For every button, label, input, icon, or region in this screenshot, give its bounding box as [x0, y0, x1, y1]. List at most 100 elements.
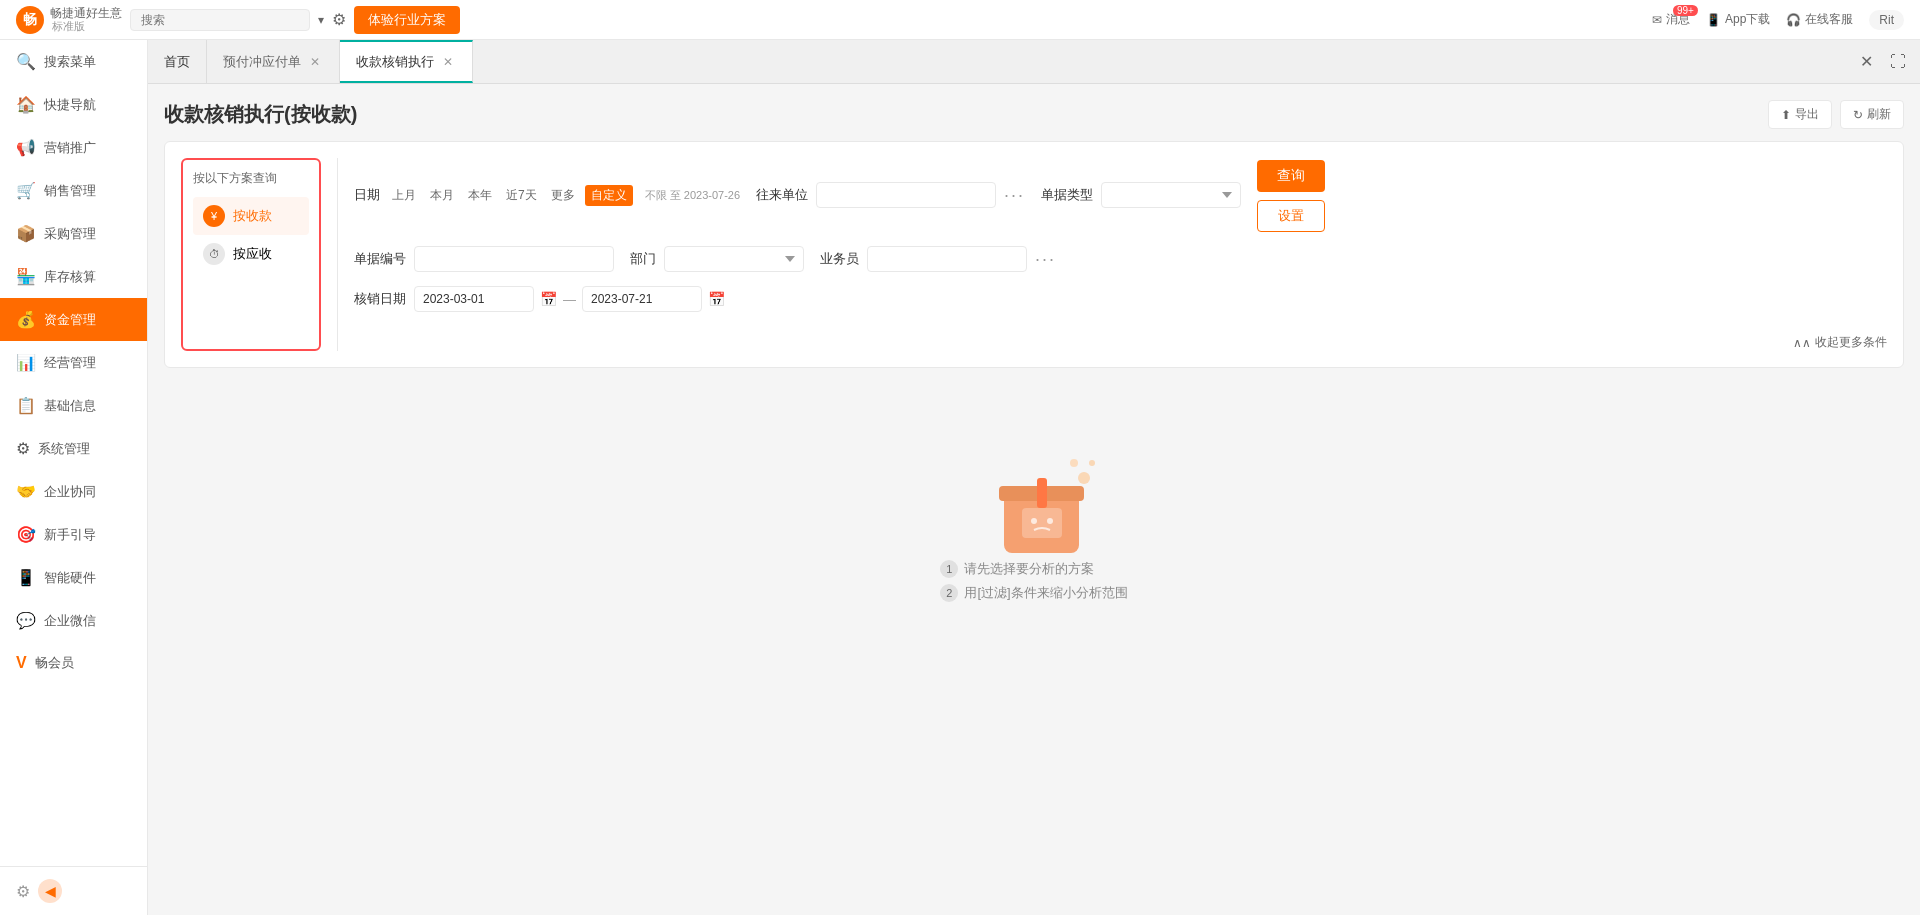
- industry-button[interactable]: 体验行业方案: [354, 6, 460, 34]
- sidebar-item-operations[interactable]: 📊 经营管理: [0, 341, 147, 384]
- filter-option-by-receivable[interactable]: ⏱ 按应收: [193, 235, 309, 273]
- message-badge: 99+: [1673, 5, 1698, 16]
- sidebar-item-hardware[interactable]: 📱 智能硬件: [0, 556, 147, 599]
- gear-icon[interactable]: ⚙: [332, 10, 346, 29]
- tab-bar: 首页 预付冲应付单 ✕ 收款核销执行 ✕ ✕ ⛶: [148, 40, 1920, 84]
- doc-no-input[interactable]: [414, 246, 614, 272]
- tab-expand-button[interactable]: ⛶: [1884, 48, 1912, 76]
- filter-row-1: 日期 上月 本月 本年 近7天 更多 自定义 不限 至 2023-07-26: [354, 158, 1887, 232]
- user-profile[interactable]: Rit: [1869, 10, 1904, 30]
- svg-rect-6: [1022, 508, 1062, 538]
- sidebar-item-guide[interactable]: 🎯 新手引导: [0, 513, 147, 556]
- operations-icon: 📊: [16, 353, 36, 372]
- sidebar-item-sales[interactable]: 🛒 销售管理: [0, 169, 147, 212]
- sidebar-label-operations: 经营管理: [44, 354, 96, 372]
- tab-prepay[interactable]: 预付冲应付单 ✕: [207, 40, 340, 83]
- sidebar-item-wechat[interactable]: 💬 企业微信: [0, 599, 147, 642]
- doc-type-select[interactable]: [1101, 182, 1241, 208]
- app-download-button[interactable]: 📱 App下载: [1706, 11, 1770, 28]
- svg-point-8: [1047, 518, 1053, 524]
- doc-type-field: 单据类型: [1041, 182, 1241, 208]
- sidebar-label-marketing: 营销推广: [44, 139, 96, 157]
- dept-label: 部门: [630, 250, 656, 268]
- inventory-icon: 🏪: [16, 267, 36, 286]
- date-shortcut-last-month[interactable]: 上月: [388, 185, 420, 206]
- date-shortcut-this-month[interactable]: 本月: [426, 185, 458, 206]
- tab-receive[interactable]: 收款核销执行 ✕: [340, 40, 473, 83]
- filter-fields: 日期 上月 本月 本年 近7天 更多 自定义 不限 至 2023-07-26: [354, 158, 1887, 351]
- tab-home[interactable]: 首页: [148, 40, 207, 83]
- sidebar-item-purchase[interactable]: 📦 采购管理: [0, 212, 147, 255]
- tab-close-all-button[interactable]: ✕: [1852, 48, 1880, 76]
- sidebar-item-system[interactable]: ⚙ 系统管理: [0, 427, 147, 470]
- empty-hint-1: 1 请先选择要分析的方案: [940, 560, 1127, 578]
- empty-hint-2: 2 用[过滤]条件来缩小分析范围: [940, 584, 1127, 602]
- query-button[interactable]: 查询: [1257, 160, 1325, 192]
- sidebar-item-member[interactable]: V 畅会员: [0, 642, 147, 684]
- message-button[interactable]: ✉ 消息 99+: [1652, 11, 1690, 28]
- brand-name: 畅捷通好生意: [50, 6, 122, 20]
- sidebar-collapse-button[interactable]: ◀: [38, 879, 62, 903]
- tab-prepay-close[interactable]: ✕: [307, 54, 323, 70]
- sidebar-label-enterprise: 企业协同: [44, 483, 96, 501]
- online-service-button[interactable]: 🎧 在线客服: [1786, 11, 1853, 28]
- writeoff-date-to-input[interactable]: [582, 286, 702, 312]
- refresh-button[interactable]: ↻ 刷新: [1840, 100, 1904, 129]
- sidebar-item-funds[interactable]: 💰 资金管理: [0, 298, 147, 341]
- sidebar-label-system: 系统管理: [38, 440, 90, 458]
- calendar-from-icon[interactable]: 📅: [540, 291, 557, 307]
- date-shortcut-7days[interactable]: 近7天: [502, 185, 541, 206]
- tab-prepay-label: 预付冲应付单: [223, 53, 301, 71]
- counterpart-input[interactable]: [816, 182, 996, 208]
- sidebar-settings-icon[interactable]: ⚙: [16, 882, 30, 901]
- date-shortcut-this-year[interactable]: 本年: [464, 185, 496, 206]
- counterpart-dots[interactable]: ···: [1004, 186, 1025, 204]
- collapse-label: 收起更多条件: [1815, 334, 1887, 351]
- sidebar-item-inventory[interactable]: 🏪 库存核算: [0, 255, 147, 298]
- empty-state: 1 请先选择要分析的方案 2 用[过滤]条件来缩小分析范围: [164, 368, 1904, 682]
- guide-icon: 🎯: [16, 525, 36, 544]
- brand-edition: 标准版: [52, 20, 122, 33]
- date-shortcut-custom[interactable]: 自定义: [585, 185, 633, 206]
- writeoff-date-from-input[interactable]: [414, 286, 534, 312]
- counterpart-field: 往来单位 ···: [756, 182, 1025, 208]
- employee-input[interactable]: [867, 246, 1027, 272]
- counterpart-label: 往来单位: [756, 186, 808, 204]
- filter-settings-button[interactable]: 设置: [1257, 200, 1325, 232]
- search-input[interactable]: [130, 9, 310, 31]
- doc-type-label: 单据类型: [1041, 186, 1093, 204]
- receivable-option-label: 按应收: [233, 245, 272, 263]
- sidebar-item-basic[interactable]: 📋 基础信息: [0, 384, 147, 427]
- date-shortcut-more[interactable]: 更多: [547, 185, 579, 206]
- sidebar-bottom: ⚙ ◀: [0, 866, 147, 915]
- filter-option-by-receipt[interactable]: ¥ 按收款: [193, 197, 309, 235]
- sidebar-item-marketing[interactable]: 📢 营销推广: [0, 126, 147, 169]
- collapse-icon: ∧∧: [1793, 336, 1811, 350]
- calendar-to-icon[interactable]: 📅: [708, 291, 725, 307]
- sidebar-item-search-menu[interactable]: 🔍 搜索菜单: [0, 40, 147, 83]
- tab-home-label: 首页: [164, 53, 190, 71]
- main-layout: 🔍 搜索菜单 🏠 快捷导航 📢 营销推广 🛒 销售管理 📦 采购管理 🏪 库存核…: [0, 40, 1920, 915]
- dropdown-trigger[interactable]: ▾: [318, 13, 324, 27]
- export-button[interactable]: ⬆ 导出: [1768, 100, 1832, 129]
- sidebar-item-quick-nav[interactable]: 🏠 快捷导航: [0, 83, 147, 126]
- filter-panel-title: 按以下方案查询: [193, 170, 309, 187]
- dept-select[interactable]: [664, 246, 804, 272]
- refresh-label: 刷新: [1867, 106, 1891, 123]
- svg-rect-5: [1037, 478, 1047, 508]
- funds-icon: 💰: [16, 310, 36, 329]
- employee-dots[interactable]: ···: [1035, 250, 1056, 268]
- collapse-more-button[interactable]: ∧∧ 收起更多条件: [354, 334, 1887, 351]
- writeoff-date-label: 核销日期: [354, 290, 406, 308]
- hint-text-1: 请先选择要分析的方案: [964, 560, 1094, 578]
- sidebar-item-enterprise[interactable]: 🤝 企业协同: [0, 470, 147, 513]
- svg-point-1: [1078, 472, 1090, 484]
- date-range-separator: —: [563, 292, 576, 307]
- tab-receive-close[interactable]: ✕: [440, 54, 456, 70]
- enterprise-icon: 🤝: [16, 482, 36, 501]
- marketing-icon: 📢: [16, 138, 36, 157]
- query-actions: 查询 设置: [1257, 158, 1325, 232]
- top-bar-mid: ▾ ⚙ 体验行业方案: [130, 6, 1644, 34]
- sidebar-label-purchase: 采购管理: [44, 225, 96, 243]
- svg-point-7: [1031, 518, 1037, 524]
